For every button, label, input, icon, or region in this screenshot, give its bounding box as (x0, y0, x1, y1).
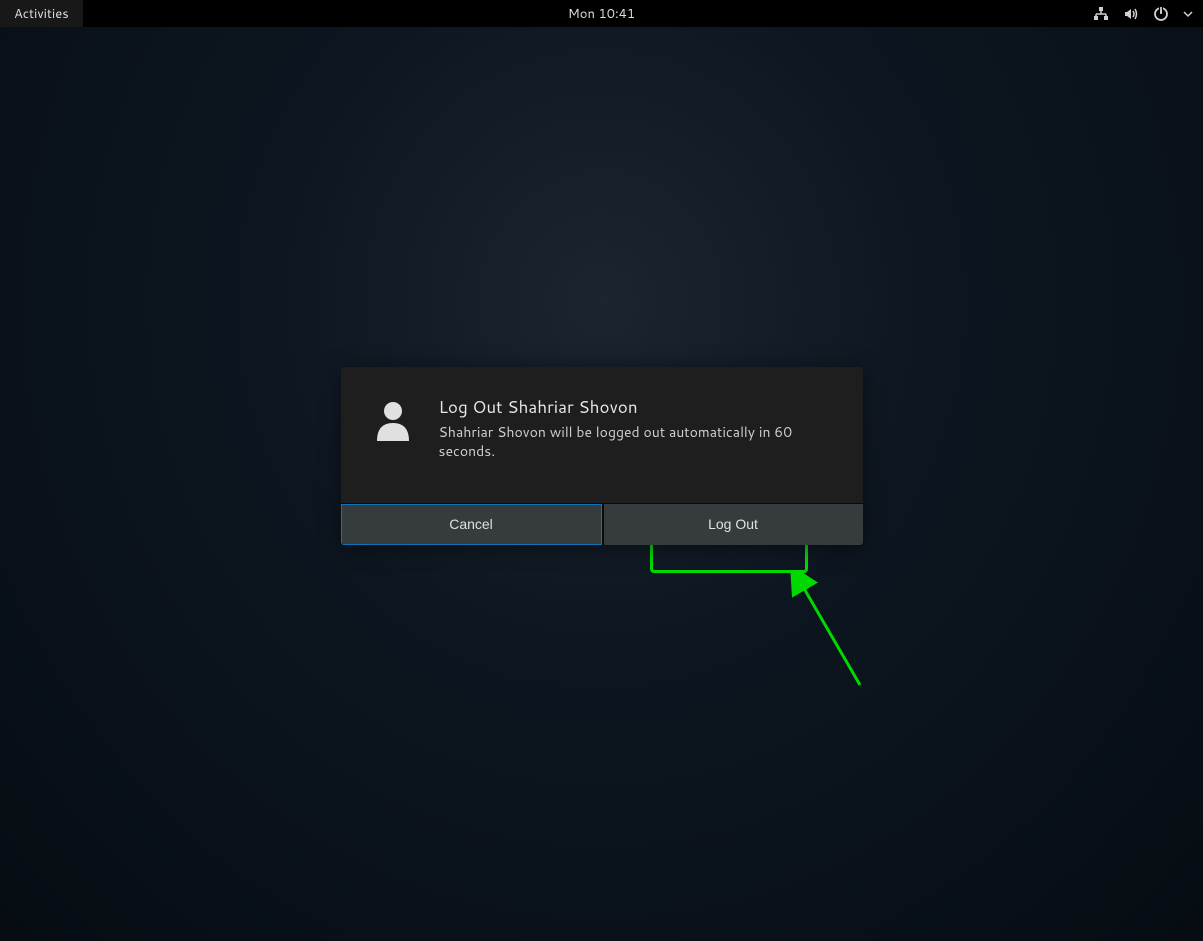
dialog-body: Log Out Shahriar Shovon Shahriar Shovon … (341, 367, 863, 503)
clock[interactable]: Mon 10:41 (568, 0, 635, 27)
volume-icon[interactable] (1123, 6, 1139, 22)
dialog-buttons: Cancel Log Out (341, 503, 863, 545)
cancel-button-label: Cancel (449, 516, 493, 532)
clock-text: Mon 10:41 (568, 5, 635, 23)
power-icon[interactable] (1153, 6, 1169, 22)
top-bar: Activities Mon 10:41 (0, 0, 1203, 27)
modal-overlay: Log Out Shahriar Shovon Shahriar Shovon … (0, 27, 1203, 941)
cancel-button[interactable]: Cancel (341, 504, 602, 545)
dialog-message: Shahriar Shovon will be logged out autom… (439, 423, 835, 461)
activities-button[interactable]: Activities (0, 0, 83, 27)
dialog-text: Log Out Shahriar Shovon Shahriar Shovon … (439, 395, 835, 461)
logout-dialog: Log Out Shahriar Shovon Shahriar Shovon … (341, 367, 863, 545)
logout-button[interactable]: Log Out (604, 504, 863, 545)
dialog-title: Log Out Shahriar Shovon (439, 395, 835, 419)
network-icon[interactable] (1093, 6, 1109, 22)
user-icon (369, 395, 417, 443)
logout-button-label: Log Out (708, 516, 758, 532)
activities-label: Activities (14, 5, 69, 23)
chevron-down-icon[interactable] (1183, 6, 1193, 22)
system-tray[interactable] (1093, 6, 1203, 22)
